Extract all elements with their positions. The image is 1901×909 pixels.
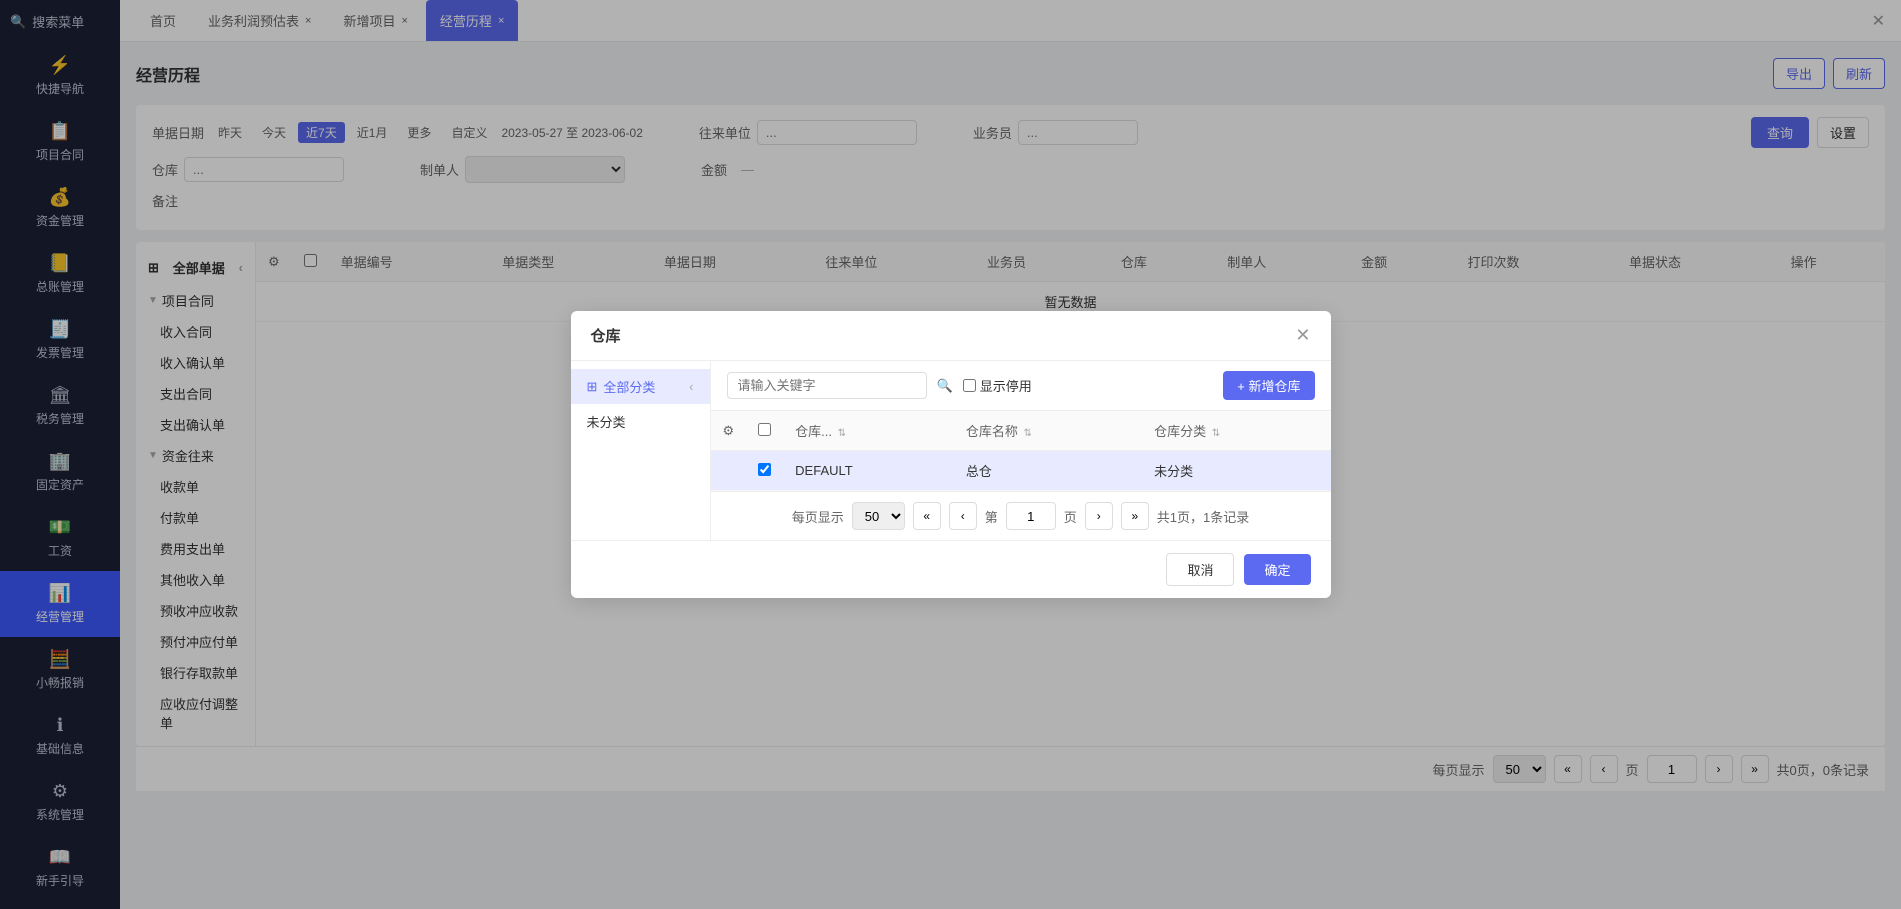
modal-page-input[interactable]	[1006, 502, 1056, 530]
collapse-modal-icon[interactable]: ‹	[689, 379, 693, 394]
modal-close-button[interactable]: ✕	[1295, 325, 1310, 346]
modal-table-row[interactable]: DEFAULT 总仓 未分类	[711, 451, 1331, 491]
modal-nav-all[interactable]: ⊞ 全部分类 ‹	[571, 369, 710, 404]
modal-per-page-select[interactable]: 50	[852, 502, 905, 530]
modal-col-code: 仓库... ⇅	[783, 411, 954, 451]
modal-page-unit: 页	[1064, 507, 1077, 526]
modal-nav-all-label: 全部分类	[603, 377, 655, 396]
modal-left-nav: ⊞ 全部分类 ‹ 未分类	[571, 361, 711, 540]
modal-page-label: 第	[985, 507, 998, 526]
modal-col-name: 仓库名称 ⇅	[954, 411, 1142, 451]
modal-cancel-button[interactable]: 取消	[1166, 553, 1234, 586]
row-code: DEFAULT	[783, 451, 954, 491]
show-disabled-text: 显示停用	[980, 376, 1032, 395]
row-checkbox[interactable]	[758, 463, 771, 476]
modal-title: 仓库	[591, 325, 621, 346]
grid-icon-modal: ⊞	[587, 379, 598, 395]
modal-table-area: ⚙ 仓库... ⇅ 仓库名称 ⇅ 仓库分类 ⇅	[711, 411, 1331, 491]
modal-col-category: 仓库分类 ⇅	[1142, 411, 1330, 451]
modal-first-page[interactable]: «	[913, 502, 941, 530]
row-name: 总仓	[954, 451, 1142, 491]
search-icon-modal[interactable]: 🔍	[937, 378, 953, 394]
row-category: 未分类	[1142, 451, 1330, 491]
row-checkbox-cell[interactable]	[746, 451, 783, 491]
modal-total-info: 共1页，1条记录	[1157, 507, 1249, 526]
modal-gear-col[interactable]: ⚙	[711, 411, 747, 451]
modal-overlay: 仓库 ✕ ⊞ 全部分类 ‹ 未分类 🔍	[0, 0, 1901, 909]
show-disabled-checkbox[interactable]	[963, 379, 976, 392]
sort-category-icon[interactable]: ⇅	[1212, 428, 1220, 439]
show-disabled-label[interactable]: 显示停用	[963, 376, 1032, 395]
modal-prev-page[interactable]: ‹	[949, 502, 977, 530]
sort-code-icon[interactable]: ⇅	[838, 428, 846, 439]
modal-warehouse-table: ⚙ 仓库... ⇅ 仓库名称 ⇅ 仓库分类 ⇅	[711, 411, 1331, 491]
modal-header: 仓库 ✕	[571, 311, 1331, 361]
modal-nav-uncategorized[interactable]: 未分类	[571, 404, 710, 439]
row-gear	[711, 451, 747, 491]
modal-search-input[interactable]	[727, 372, 927, 399]
warehouse-modal: 仓库 ✕ ⊞ 全部分类 ‹ 未分类 🔍	[571, 311, 1331, 598]
add-warehouse-button[interactable]: + 新增仓库	[1223, 371, 1314, 400]
modal-next-page[interactable]: ›	[1085, 502, 1113, 530]
modal-confirm-button[interactable]: 确定	[1244, 554, 1310, 585]
modal-last-page[interactable]: »	[1121, 502, 1149, 530]
modal-select-all[interactable]	[758, 423, 771, 436]
modal-footer: 取消 确定	[571, 540, 1331, 598]
modal-right: 🔍 显示停用 + 新增仓库 ⚙	[711, 361, 1331, 540]
modal-pagination: 每页显示 50 « ‹ 第 页 › » 共1页，1条记录	[711, 491, 1331, 540]
modal-checkbox-col[interactable]	[746, 411, 783, 451]
modal-body: ⊞ 全部分类 ‹ 未分类 🔍 显示停用 + 新增	[571, 361, 1331, 540]
modal-toolbar: 🔍 显示停用 + 新增仓库	[711, 361, 1331, 411]
modal-nav-uncategorized-label: 未分类	[587, 412, 626, 431]
sort-name-icon[interactable]: ⇅	[1023, 428, 1031, 439]
modal-per-page-label: 每页显示	[792, 507, 844, 526]
